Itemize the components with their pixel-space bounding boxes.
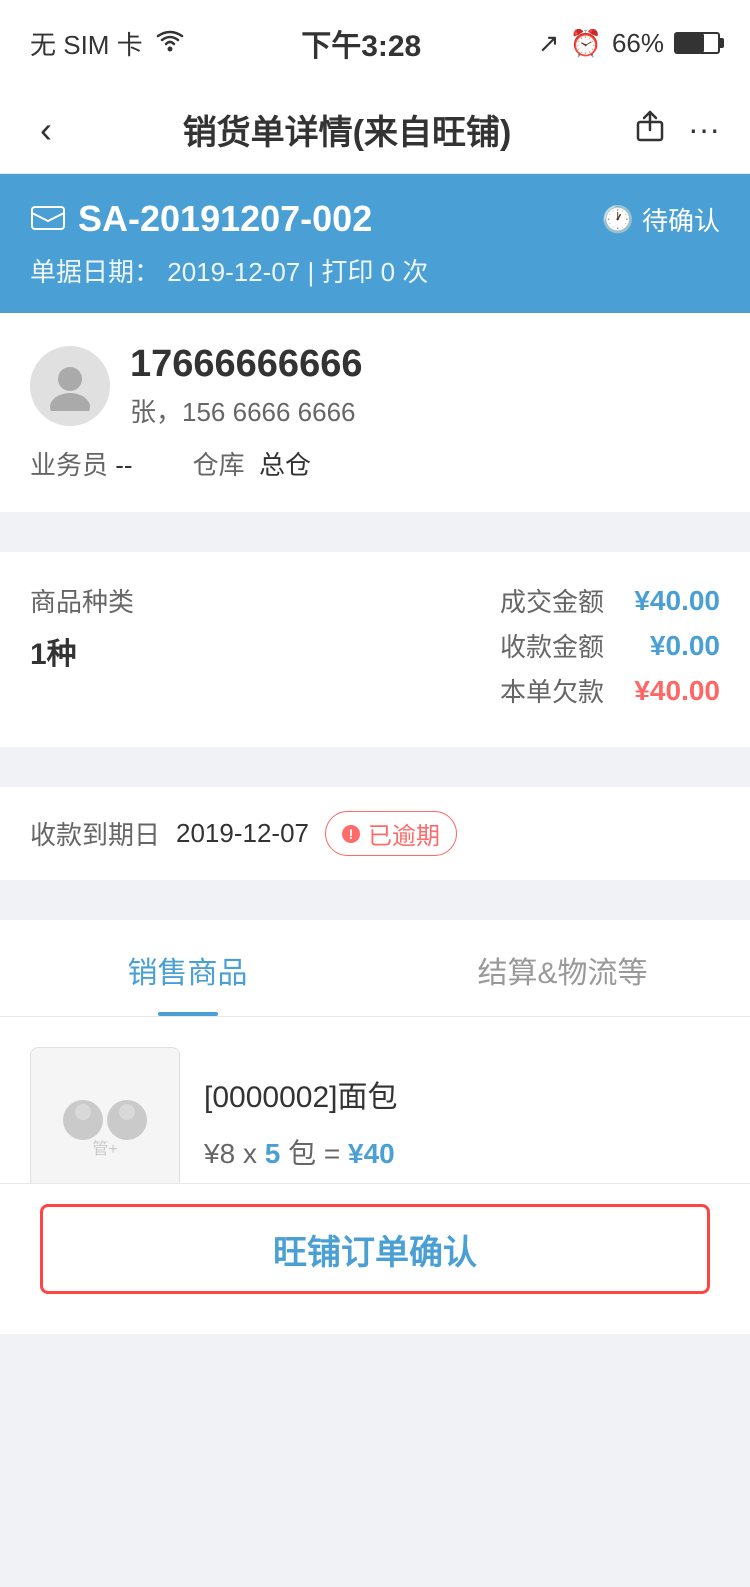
order-icon [30,198,66,240]
amount-row-owed: 本单欠款 ¥40.00 [500,672,720,709]
salesperson-field: 业务员 -- [30,445,133,482]
tab-settlement[interactable]: 结算&物流等 [375,920,750,1016]
order-date-line: 单据日期： 2019-12-07 | 打印 0 次 [30,252,720,289]
product-total: ¥40 [348,1138,395,1169]
customer-phone: 17666666666 [130,343,362,386]
svg-text:管+: 管+ [92,1140,117,1158]
amount-row-received: 收款金额 ¥0.00 [500,627,720,664]
tab-sales-products[interactable]: 销售商品 [0,920,375,1016]
amount-summary: 成交金额 ¥40.00 收款金额 ¥0.00 本单欠款 ¥40.00 [500,582,720,717]
page-title: 销货单详情(来自旺铺) [183,105,512,154]
owed-amount: ¥40.00 [620,675,720,707]
confirm-order-button[interactable]: 旺铺订单确认 [40,1204,710,1294]
customer-meta: 业务员 -- 仓库 总仓 [30,445,720,482]
salesperson-value: -- [115,450,132,480]
customer-section: 17666666666 张，156 6666 6666 业务员 -- 仓库 总仓 [0,313,750,512]
nav-bar: ‹ 销货单详情(来自旺铺) ··· [0,86,750,174]
warehouse-value: 总仓 [259,450,311,480]
bottom-spacer [0,1427,750,1587]
overdue-badge: ! 已逾期 [325,811,457,856]
order-status-badge: 🕐 待确认 [602,201,720,238]
tabs-section: 销售商品 结算&物流等 [0,920,750,1017]
status-bar: 无 SIM 卡 下午3:28 ↗ ⏰ 66% [0,0,750,86]
back-button[interactable]: ‹ [30,99,62,161]
divider-2 [0,767,750,787]
order-id: SA-20191207-002 [30,198,372,240]
bottom-action-bar: 旺铺订单确认 [0,1183,750,1334]
product-qty: 5 [265,1138,281,1169]
product-details: [0000002]面包 ¥8 x 5 包 = ¥40 [204,1072,720,1172]
location-icon: ↗ [538,28,560,59]
order-header-card: SA-20191207-002 🕐 待确认 单据日期： 2019-12-07 |… [0,174,750,313]
product-price-formula: ¥8 x 5 包 = ¥40 [204,1132,720,1172]
divider-1 [0,532,750,552]
nav-actions: ··· [632,108,720,152]
received-amount: ¥0.00 [620,630,720,662]
summary-section: 商品种类 1种 成交金额 ¥40.00 收款金额 ¥0.00 本单欠款 ¥40.… [0,552,750,747]
overdue-icon: ! [342,825,360,843]
amount-row-deal: 成交金额 ¥40.00 [500,582,720,619]
wifi-icon [155,28,185,59]
product-type-value: 1种 [30,629,134,673]
alarm-icon: ⏰ [570,28,602,59]
warehouse-field: 仓库 总仓 [193,445,311,482]
clock-icon: 🕐 [602,204,634,235]
product-thumbnail: 管+ [30,1047,180,1197]
carrier-text: 无 SIM 卡 [30,25,143,62]
status-left: 无 SIM 卡 [30,25,185,62]
product-code-name: [0000002]面包 [204,1072,720,1116]
more-button[interactable]: ··· [688,111,720,148]
share-button[interactable] [632,108,668,152]
status-time: 下午3:28 [301,21,421,65]
due-date-section: 收款到期日 2019-12-07 ! 已逾期 [0,787,750,880]
customer-info: 17666666666 张，156 6666 6666 [130,343,362,429]
tabs-container: 销售商品 结算&物流等 [0,920,750,1017]
deal-amount: ¥40.00 [620,585,720,617]
divider-3 [0,900,750,920]
battery-pct: 66% [612,28,664,59]
status-right: ↗ ⏰ 66% [538,28,720,59]
avatar [30,346,110,426]
due-date-value: 2019-12-07 [176,818,309,849]
battery-icon [674,32,720,54]
customer-name-phone: 张，156 6666 6666 [130,392,362,429]
product-type-info: 商品种类 1种 [30,582,134,673]
